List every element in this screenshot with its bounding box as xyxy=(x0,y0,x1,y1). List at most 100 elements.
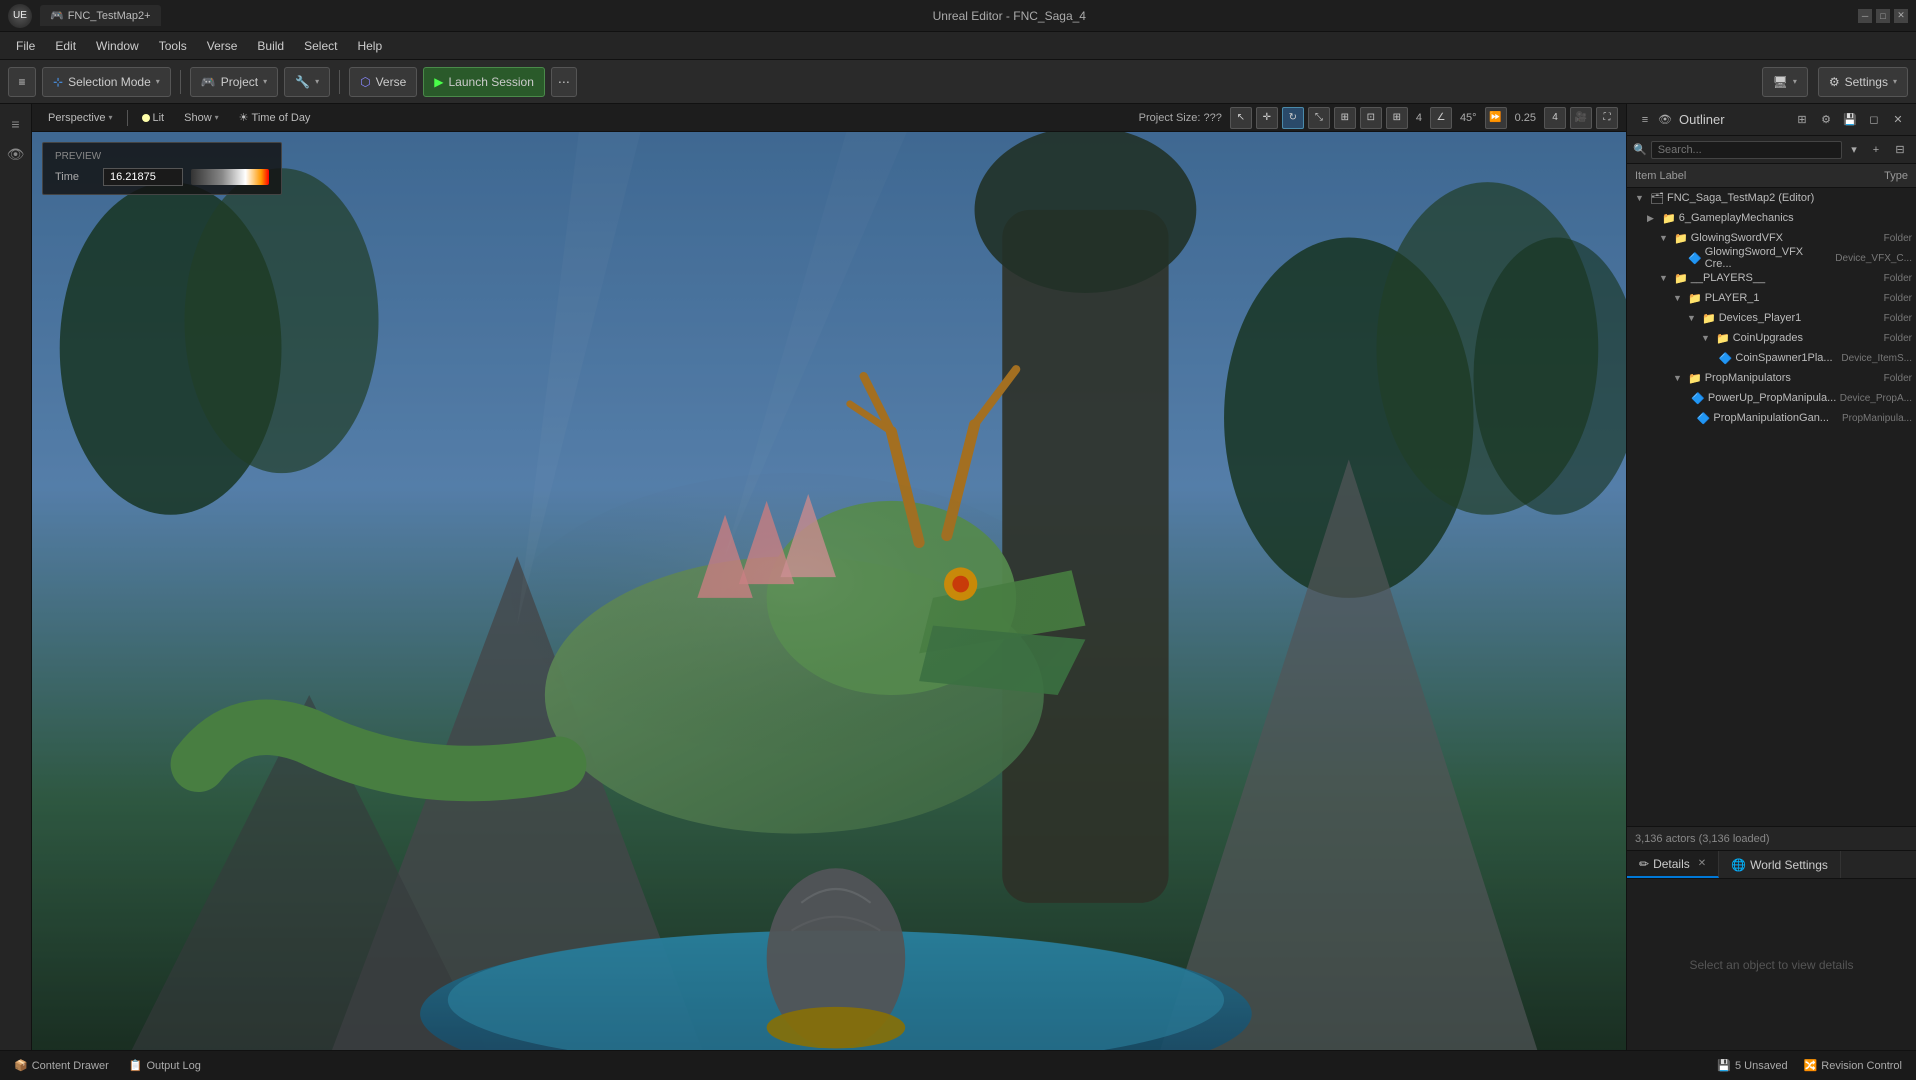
outliner-collapse-all-button[interactable]: ⊟ xyxy=(1890,140,1910,160)
outliner-add-button[interactable]: + xyxy=(1866,140,1886,160)
platforms-button[interactable]: 🖥 ▾ xyxy=(1762,67,1808,97)
maximize-button[interactable]: □ xyxy=(1876,9,1890,23)
menu-verse[interactable]: Verse xyxy=(199,36,246,56)
tree-item-devices-player1[interactable]: ▼ 📁 Devices_Player1 Folder xyxy=(1627,308,1916,328)
transform-tool-button[interactable]: ⊞ xyxy=(1334,107,1356,129)
preview-gradient[interactable] xyxy=(191,169,269,185)
grid-4-button[interactable]: 4 xyxy=(1544,107,1566,129)
project-icon: 🎮 xyxy=(201,75,216,89)
tree-arrow-root[interactable]: ▼ xyxy=(1635,193,1647,203)
tree-item-glowvfx-cre[interactable]: 🔷 GlowingSword_VFX Cre... Device_VFX_C..… xyxy=(1627,248,1916,268)
revision-control-button[interactable]: 🔀 Revision Control xyxy=(1798,1059,1908,1072)
show-button[interactable]: Show ▾ xyxy=(176,110,227,126)
outliner-save-button[interactable]: 💾 xyxy=(1840,110,1860,130)
angle-button[interactable]: ∠ xyxy=(1430,107,1452,129)
output-log-button[interactable]: 📋 Output Log xyxy=(123,1059,207,1072)
outliner-settings-button[interactable]: ⚙ xyxy=(1816,110,1836,130)
world-settings-tab[interactable]: 🌐 World Settings xyxy=(1719,851,1841,878)
close-button[interactable]: ✕ xyxy=(1894,9,1908,23)
details-close-button[interactable]: ✕ xyxy=(1698,858,1706,869)
grid-4-label: 4 xyxy=(1552,112,1558,123)
content-drawer-button[interactable]: 📦 Content Drawer xyxy=(8,1059,115,1072)
settings-button[interactable]: ⚙ Settings ▾ xyxy=(1818,67,1908,97)
tree-item-gameplay[interactable]: ▶ 📁 6_GameplayMechanics xyxy=(1627,208,1916,228)
tree-item-propmanipulators[interactable]: ▼ 📁 PropManipulators Folder xyxy=(1627,368,1916,388)
tree-icon-propmanipgame: 🔷 xyxy=(1697,412,1711,425)
menu-window[interactable]: Window xyxy=(88,36,147,56)
outliner-close-button[interactable]: ✕ xyxy=(1888,110,1908,130)
time-of-day-button[interactable]: ☀ Time of Day xyxy=(231,109,319,126)
project-button[interactable]: 🎮 Project ▾ xyxy=(190,67,278,97)
select-tool-button[interactable]: ↖ xyxy=(1230,107,1252,129)
toolbar-sep-2 xyxy=(339,70,340,94)
unsaved-indicator[interactable]: 💾 5 Unsaved xyxy=(1711,1059,1793,1072)
camera-settings-button[interactable]: 🎥 xyxy=(1570,107,1592,129)
menu-edit[interactable]: Edit xyxy=(47,36,84,56)
search-options-button[interactable]: ▾ xyxy=(1846,140,1862,160)
speed-button[interactable]: ⏩ xyxy=(1485,107,1507,129)
outliner-collapse-button[interactable]: ◻ xyxy=(1864,110,1884,130)
tree-item-propmanipgame[interactable]: 🔷 PropManipulationGan... PropManipula... xyxy=(1627,408,1916,428)
menu-help[interactable]: Help xyxy=(349,36,390,56)
tree-type-coinspawner: Device_ItemS... xyxy=(1833,353,1912,364)
tree-item-powerup[interactable]: 🔷 PowerUp_PropManipula... Device_PropA..… xyxy=(1627,388,1916,408)
grid-button[interactable]: ⊞ xyxy=(1386,107,1408,129)
tools-button[interactable]: 🔧 ▾ xyxy=(284,67,330,97)
outliner-column-headers: Item Label Type xyxy=(1627,164,1916,188)
menu-file[interactable]: File xyxy=(8,36,43,56)
tree-arrow-players[interactable]: ▼ xyxy=(1659,273,1671,283)
tree-arrow-player1[interactable]: ▼ xyxy=(1673,293,1685,303)
sidebar-toggle[interactable]: ≡ xyxy=(2,110,30,138)
lit-button[interactable]: Lit xyxy=(134,110,173,126)
translate-tool-button[interactable]: ✛ xyxy=(1256,107,1278,129)
more-options-button[interactable]: ⋯ xyxy=(551,67,577,97)
tree-icon-glowvfx-cre: 🔷 xyxy=(1688,252,1702,265)
col-item-label: Item Label xyxy=(1635,170,1818,182)
hamburger-menu-button[interactable]: ≡ xyxy=(8,67,36,97)
verse-button[interactable]: ⬡ Verse xyxy=(349,67,417,97)
menu-select[interactable]: Select xyxy=(296,36,345,56)
outliner-filter-button[interactable]: ⊞ xyxy=(1792,110,1812,130)
selection-mode-button[interactable]: ⊹ Selection Mode ▾ xyxy=(42,67,171,97)
tree-item-coinupgrades[interactable]: ▼ 📁 CoinUpgrades Folder xyxy=(1627,328,1916,348)
tree-arrow-gameplay[interactable]: ▶ xyxy=(1647,213,1659,224)
viewport-container[interactable]: Perspective ▾ Lit Show ▾ ☀ Time of Day P… xyxy=(32,104,1626,1050)
tools-icon: 🔧 xyxy=(295,75,310,89)
tree-arrow-glowvfx[interactable]: ▼ xyxy=(1659,233,1671,243)
project-tab[interactable]: 🎮 FNC_TestMap2+ xyxy=(40,5,161,26)
tab-icon: 🎮 xyxy=(50,9,64,22)
content-drawer-icon: 📦 xyxy=(14,1059,28,1072)
tree-type-glowvfx: Folder xyxy=(1822,233,1912,244)
tree-label-root: FNC_Saga_TestMap2 (Editor) xyxy=(1667,192,1822,204)
outliner-tree[interactable]: ▼ 🗂 FNC_Saga_TestMap2 (Editor) ▶ 📁 6_Gam… xyxy=(1627,188,1916,826)
rotate-tool-button[interactable]: ↻ xyxy=(1282,107,1304,129)
grid-value: 4 xyxy=(1412,112,1426,124)
details-tab[interactable]: ✏ Details ✕ xyxy=(1627,851,1719,878)
menu-tools[interactable]: Tools xyxy=(151,36,195,56)
tree-arrow-devices-p1[interactable]: ▼ xyxy=(1687,313,1699,323)
tree-item-player1[interactable]: ▼ 📁 PLAYER_1 Folder xyxy=(1627,288,1916,308)
tree-arrow-propmanip[interactable]: ▼ xyxy=(1673,373,1685,383)
tree-icon-powerup: 🔷 xyxy=(1691,392,1705,405)
sidebar-eye[interactable]: 👁 xyxy=(2,140,30,168)
outliner-search-input[interactable] xyxy=(1651,141,1842,159)
left-sidebar: ≡ 👁 xyxy=(0,104,32,1050)
outliner-eye-button[interactable]: 👁 xyxy=(1655,110,1675,130)
tree-item-coinspawner[interactable]: 🔷 CoinSpawner1Pla... Device_ItemS... xyxy=(1627,348,1916,368)
scale-tool-button[interactable]: ⤡ xyxy=(1308,107,1330,129)
launch-session-button[interactable]: ▶ Launch Session xyxy=(423,67,545,97)
viewport-scene[interactable]: PREVIEW Time xyxy=(32,132,1626,1050)
minimize-button[interactable]: ─ xyxy=(1858,9,1872,23)
maximize-viewport-button[interactable]: ⛶ xyxy=(1596,107,1618,129)
tree-type-devices-p1: Folder xyxy=(1822,313,1912,324)
tree-item-glowvfx[interactable]: ▼ 📁 GlowingSwordVFX Folder xyxy=(1627,228,1916,248)
menu-build[interactable]: Build xyxy=(249,36,292,56)
tree-item-players[interactable]: ▼ 📁 __PLAYERS__ Folder xyxy=(1627,268,1916,288)
tree-arrow-coinupgrades[interactable]: ▼ xyxy=(1701,333,1713,343)
perspective-button[interactable]: Perspective ▾ xyxy=(40,110,121,126)
outliner-menu-button[interactable]: ≡ xyxy=(1635,110,1655,130)
tree-item-root[interactable]: ▼ 🗂 FNC_Saga_TestMap2 (Editor) xyxy=(1627,188,1916,208)
surface-snapping-button[interactable]: ⊡ xyxy=(1360,107,1382,129)
preview-time-input[interactable] xyxy=(103,168,183,186)
details-empty-message: Select an object to view details xyxy=(1689,958,1853,972)
